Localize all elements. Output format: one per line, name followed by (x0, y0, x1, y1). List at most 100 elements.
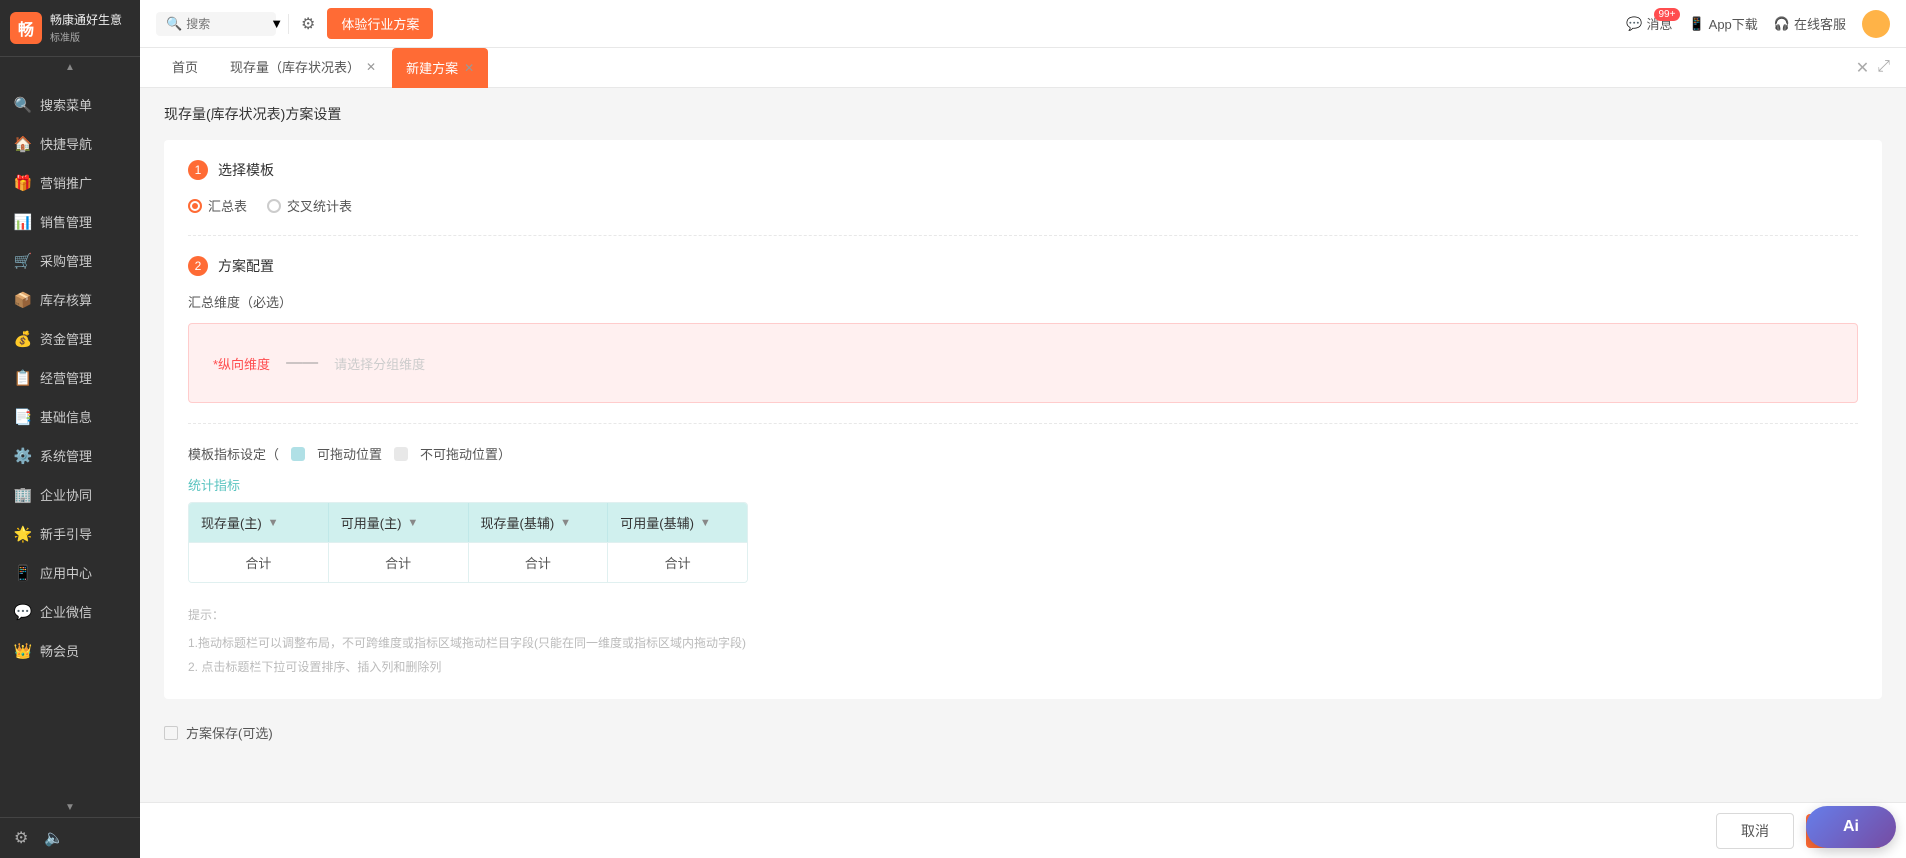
cell-0-0: 合计 (189, 543, 329, 582)
radio-cross[interactable]: 交叉统计表 (267, 196, 352, 215)
logo-icon: 畅 (10, 12, 42, 44)
sidebar-item-operation[interactable]: 📋 经营管理 (0, 358, 140, 397)
topbar: 🔍 ▼ ⚙ 体验行业方案 💬 消息 99+ 📱 App下载 🎧 在线客服 (140, 0, 1906, 48)
search-box[interactable]: 🔍 ▼ (156, 12, 276, 36)
tab-new-close[interactable]: ✕ (464, 61, 474, 75)
message-icon: 💬 (1626, 16, 1642, 32)
tab-inventory-status[interactable]: 现存量（库存状况表） ✕ (214, 48, 392, 88)
app-download-button[interactable]: 📱 App下载 (1688, 14, 1757, 33)
save-option-area: 方案保存(可选) (164, 723, 1882, 742)
speaker-icon[interactable]: 🔈 (44, 828, 64, 848)
page-title: 现存量(库存状况表)方案设置 (164, 104, 1882, 124)
user-avatar[interactable] (1862, 10, 1890, 38)
sidebar-label-wechat: 企业微信 (40, 602, 92, 621)
sidebar-item-wechat[interactable]: 💬 企业微信 (0, 592, 140, 631)
col-available-aux-arrow[interactable]: ▼ (700, 517, 711, 529)
tips-area: 提示： 1.拖动标题栏可以调整布局，不可跨维度或指标区域拖动栏目字段(只能在同一… (188, 603, 1858, 679)
topbar-gear-icon[interactable]: ⚙ (301, 14, 315, 34)
sidebar-item-inventory[interactable]: 📦 库存核算 (0, 280, 140, 319)
sidebar-item-app-center[interactable]: 📱 应用中心 (0, 553, 140, 592)
dimension-arrow: —— (286, 354, 318, 372)
settings-card: 1 选择模板 汇总表 交叉统计表 2 方案配置 汇总维度（必选） (164, 140, 1882, 699)
search-icon: 🔍 (166, 16, 182, 32)
step2-header: 2 方案配置 (188, 256, 1858, 276)
search-input[interactable] (186, 17, 266, 31)
tab-new[interactable]: 新建方案 ✕ (392, 48, 488, 88)
tab-inventory-label: 现存量（库存状况表） (230, 57, 360, 76)
indicator-section-title: 统计指标 (188, 475, 1858, 494)
step2-num: 2 (188, 256, 208, 276)
col-available-aux-label: 可用量(基辅) (620, 513, 694, 532)
close-window-icon[interactable]: ✕ (1856, 58, 1869, 78)
dropdown-icon: ▼ (270, 16, 283, 31)
sidebar-label-app-center: 应用中心 (40, 563, 92, 582)
col-available-aux[interactable]: 可用量(基辅) ▼ (608, 503, 747, 542)
download-icon: 📱 (1688, 16, 1704, 32)
section-divider-1 (188, 235, 1858, 236)
tips-item-1: 1.拖动标题栏可以调整布局，不可跨维度或指标区域拖动栏目字段(只能在同一维度或指… (188, 631, 1858, 655)
sidebar: 畅 畅康通好生意 标准版 ▲ 🔍 搜索菜单 🏠 快捷导航 🎁 营销推广 📊 销售… (0, 0, 140, 858)
sidebar-item-finance[interactable]: 💰 资金管理 (0, 319, 140, 358)
sidebar-item-enterprise[interactable]: 🏢 企业协同 (0, 475, 140, 514)
col-current-aux-label: 现存量(基辅) (481, 513, 555, 532)
expand-window-icon[interactable]: ⤢ (1877, 58, 1890, 78)
col-available-main-arrow[interactable]: ▼ (407, 517, 418, 529)
col-current-aux[interactable]: 现存量(基辅) ▼ (469, 503, 609, 542)
trial-button[interactable]: 体验行业方案 (327, 8, 433, 39)
dimension-area[interactable]: *纵向维度 —— 请选择分组维度 (188, 323, 1858, 403)
col-current-main-arrow[interactable]: ▼ (268, 517, 279, 529)
service-icon: 🎧 (1774, 16, 1790, 32)
sidebar-item-member[interactable]: 👑 畅会员 (0, 631, 140, 670)
app-edition: 标准版 (50, 29, 122, 44)
step1-num: 1 (188, 160, 208, 180)
tips-title: 提示： (188, 603, 1858, 627)
cell-0-2: 合计 (469, 543, 609, 582)
indicator-table: 现存量(主) ▼ 可用量(主) ▼ 现存量(基辅) ▼ 可用量(基辅) ▼ (188, 502, 748, 583)
enterprise-icon: 🏢 (14, 486, 32, 504)
sidebar-label-system: 系统管理 (40, 446, 92, 465)
sidebar-label-inventory: 库存核算 (40, 290, 92, 309)
window-controls: ✕ ⤢ (1856, 58, 1890, 78)
sidebar-label-enterprise: 企业协同 (40, 485, 92, 504)
col-current-aux-arrow[interactable]: ▼ (560, 517, 571, 529)
purchase-icon: 🛒 (14, 252, 32, 270)
table-row: 合计 合计 合计 合计 (189, 542, 747, 582)
sidebar-item-system[interactable]: ⚙️ 系统管理 (0, 436, 140, 475)
ai-fab-button[interactable]: Ai (1806, 806, 1896, 848)
online-service-label: 在线客服 (1794, 14, 1846, 33)
sidebar-item-purchase[interactable]: 🛒 采购管理 (0, 241, 140, 280)
col-available-main[interactable]: 可用量(主) ▼ (329, 503, 469, 542)
sidebar-item-marketing[interactable]: 🎁 营销推广 (0, 163, 140, 202)
radio-cross-circle (267, 199, 281, 213)
step1-header: 1 选择模板 (188, 160, 1858, 180)
draggable-label: 可拖动位置 (317, 444, 382, 463)
message-button[interactable]: 💬 消息 99+ (1626, 14, 1672, 33)
cancel-button[interactable]: 取消 (1716, 813, 1794, 849)
draggable-badge (291, 447, 305, 461)
step1-title: 选择模板 (218, 160, 274, 180)
search-menu-icon: 🔍 (14, 96, 32, 114)
tab-home[interactable]: 首页 (156, 48, 214, 88)
radio-summary-circle (188, 199, 202, 213)
sidebar-item-base-info[interactable]: 📑 基础信息 (0, 397, 140, 436)
sidebar-scroll-up[interactable]: ▲ (0, 57, 140, 77)
inventory-icon: 📦 (14, 291, 32, 309)
sidebar-label-member: 畅会员 (40, 641, 79, 660)
cell-0-3: 合计 (608, 543, 747, 582)
system-icon: ⚙️ (14, 447, 32, 465)
sidebar-item-quick-nav[interactable]: 🏠 快捷导航 (0, 124, 140, 163)
sidebar-item-search-menu[interactable]: 🔍 搜索菜单 (0, 85, 140, 124)
sidebar-label-search-menu: 搜索菜单 (40, 95, 92, 114)
message-badge: 99+ (1654, 8, 1681, 21)
radio-summary[interactable]: 汇总表 (188, 196, 247, 215)
tab-inventory-close[interactable]: ✕ (366, 60, 376, 74)
online-service-button[interactable]: 🎧 在线客服 (1774, 14, 1846, 33)
sidebar-item-newuser[interactable]: 🌟 新手引导 (0, 514, 140, 553)
sidebar-item-sales[interactable]: 📊 销售管理 (0, 202, 140, 241)
indicator-label-text: 模板指标设定（ (188, 444, 279, 463)
save-checkbox[interactable] (164, 726, 178, 740)
col-current-main[interactable]: 现存量(主) ▼ (189, 503, 329, 542)
sidebar-label-newuser: 新手引导 (40, 524, 92, 543)
settings-icon[interactable]: ⚙ (14, 828, 28, 848)
sidebar-scroll-down[interactable]: ▼ (0, 797, 140, 817)
